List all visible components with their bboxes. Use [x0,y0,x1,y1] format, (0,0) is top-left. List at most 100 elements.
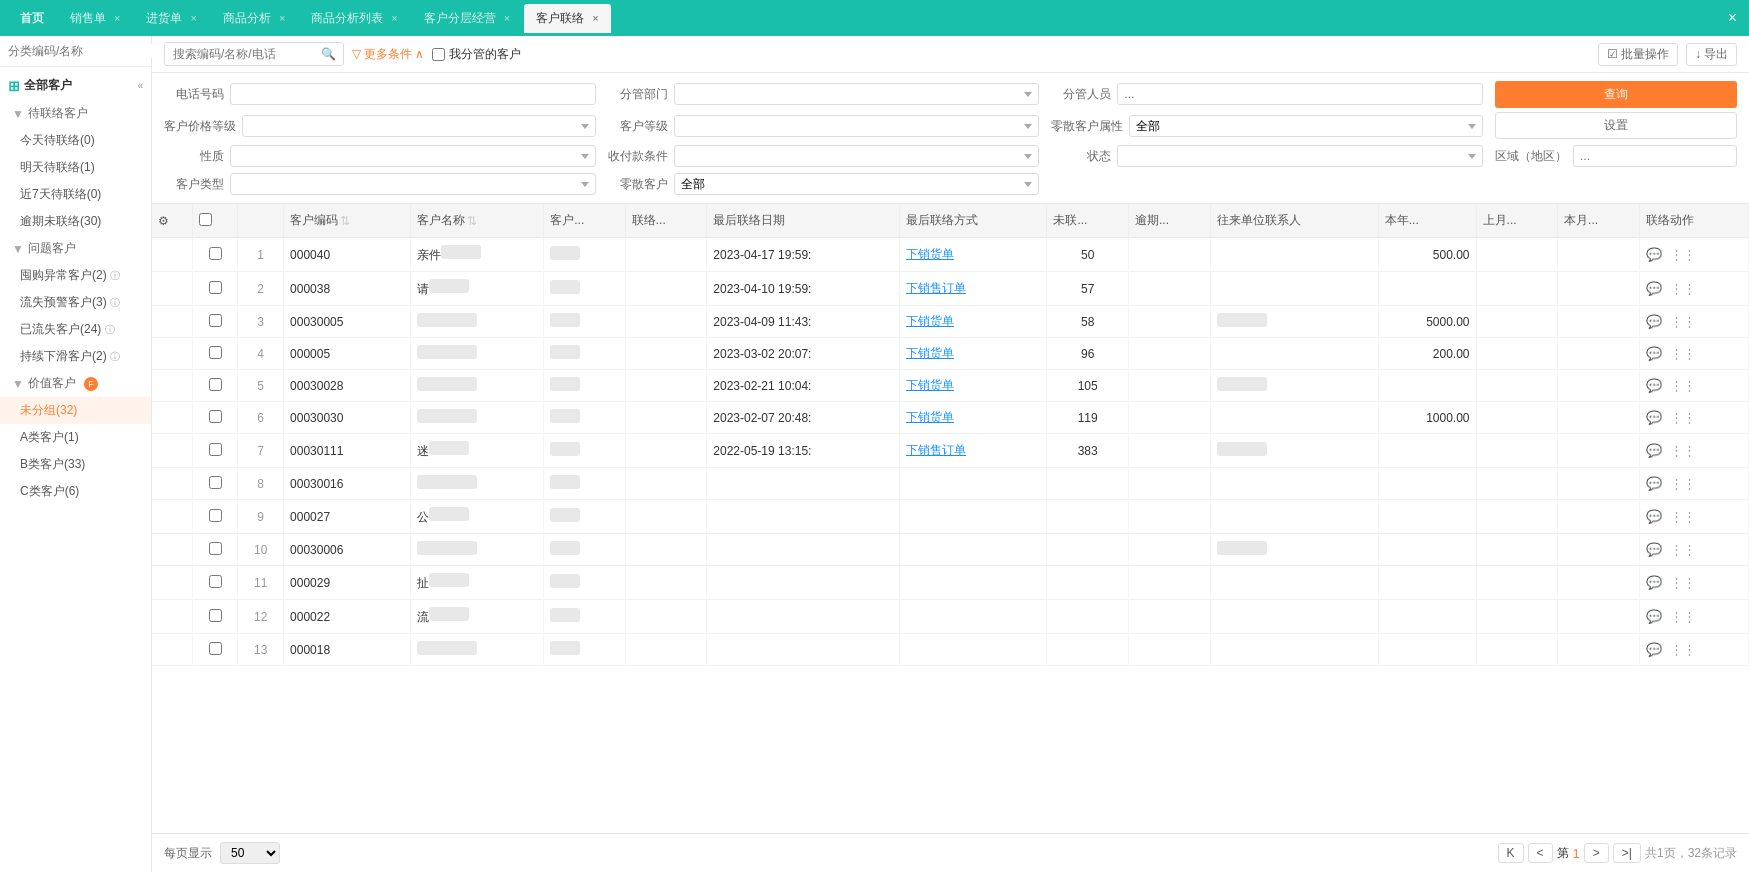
close-icon[interactable]: × [190,12,196,24]
retail-attr-select[interactable]: 全部 [1129,115,1483,137]
reset-button[interactable]: 设置 [1495,112,1737,139]
search-icon[interactable]: 🔍 [321,47,336,61]
status-select[interactable] [1117,145,1483,167]
settings-icon[interactable]: ⚙ [158,214,169,228]
close-icon[interactable]: × [391,12,397,24]
customer-type-select[interactable] [230,173,596,195]
row-checkbox[interactable] [209,642,222,655]
retail-customer-select[interactable]: 全部 [674,173,1040,195]
sidebar-item-hoarding[interactable]: 囤购异常客户(2) ⓘ [0,262,151,289]
sidebar-item-type-a[interactable]: A类客户(1) [0,424,151,451]
tab-home[interactable]: 首页 [8,4,56,33]
message-icon[interactable]: 💬 [1646,314,1662,329]
close-icon[interactable]: × [504,12,510,24]
price-level-select[interactable] [242,115,596,137]
tab-purchase[interactable]: 进货单 × [134,4,208,33]
row-checkbox[interactable] [209,346,222,359]
more-icon[interactable]: ⋮⋮ [1670,346,1696,361]
td-checkbox[interactable] [193,434,238,468]
section-problem-customers[interactable]: ▼ 问题客户 [0,235,151,262]
td-checkbox[interactable] [193,272,238,306]
phone-input[interactable] [230,83,596,105]
tab-sales[interactable]: 销售单 × [58,4,132,33]
td-checkbox[interactable] [193,468,238,500]
sidebar-item-type-c[interactable]: C类客户(6) [0,478,151,505]
message-icon[interactable]: 💬 [1646,575,1662,590]
th-settings[interactable]: ⚙ [152,204,193,238]
close-icon[interactable]: × [279,12,285,24]
row-checkbox[interactable] [209,410,222,423]
sidebar-item-overdue[interactable]: 逾期未联络(30) [0,208,151,235]
tab-customer-segmentation[interactable]: 客户分层经营 × [412,4,522,33]
td-checkbox[interactable] [193,238,238,272]
select-all-checkbox[interactable] [199,213,212,226]
customer-level-select[interactable] [674,115,1040,137]
message-icon[interactable]: 💬 [1646,609,1662,624]
row-checkbox[interactable] [209,247,222,260]
my-customers-checkbox[interactable]: 我分管的客户 [432,46,521,63]
sidebar-item-type-b[interactable]: B类客户(33) [0,451,151,478]
payment-select[interactable] [674,145,1040,167]
row-checkbox[interactable] [209,443,222,456]
more-icon[interactable]: ⋮⋮ [1670,542,1696,557]
search-button[interactable]: 查询 [1495,81,1737,108]
next-page-btn[interactable]: > [1584,843,1609,863]
prev-page-btn[interactable]: < [1528,843,1553,863]
th-checkbox[interactable] [193,204,238,238]
row-checkbox[interactable] [209,314,222,327]
message-icon[interactable]: 💬 [1646,542,1662,557]
message-icon[interactable]: 💬 [1646,509,1662,524]
close-icon[interactable]: × [592,12,598,24]
more-icon[interactable]: ⋮⋮ [1670,476,1696,491]
manager-input[interactable] [1117,83,1483,105]
more-icon[interactable]: ⋮⋮ [1670,281,1696,296]
last-page-btn[interactable]: >| [1613,843,1641,863]
sidebar-item-churned[interactable]: 已流失客户(24) ⓘ [0,316,151,343]
tab-product-analysis-list[interactable]: 商品分析列表 × [299,4,409,33]
dept-select[interactable] [674,83,1040,105]
th-code[interactable]: 客户编码⇅ [284,204,411,238]
message-icon[interactable]: 💬 [1646,410,1662,425]
more-icon[interactable]: ⋮⋮ [1670,575,1696,590]
row-checkbox[interactable] [209,476,222,489]
message-icon[interactable]: 💬 [1646,642,1662,657]
more-icon[interactable]: ⋮⋮ [1670,609,1696,624]
all-customers-header[interactable]: ⊞ 全部客户 « [0,71,151,100]
message-icon[interactable]: 💬 [1646,346,1662,361]
message-icon[interactable]: 💬 [1646,378,1662,393]
search-input[interactable] [164,42,344,66]
row-checkbox[interactable] [209,378,222,391]
region-input[interactable] [1573,145,1737,167]
close-icon[interactable]: × [114,12,120,24]
export-btn[interactable]: ↓ 导出 [1686,43,1737,66]
sidebar-item-tomorrow[interactable]: 明天待联络(1) [0,154,151,181]
more-icon[interactable]: ⋮⋮ [1670,247,1696,262]
message-icon[interactable]: 💬 [1646,476,1662,491]
more-icon[interactable]: ⋮⋮ [1670,314,1696,329]
td-checkbox[interactable] [193,402,238,434]
message-icon[interactable]: 💬 [1646,443,1662,458]
sidebar-item-declining[interactable]: 持续下滑客户(2) ⓘ [0,343,151,370]
row-checkbox[interactable] [209,542,222,555]
td-checkbox[interactable] [193,500,238,534]
row-checkbox[interactable] [209,575,222,588]
more-icon[interactable]: ⋮⋮ [1670,378,1696,393]
nature-select[interactable] [230,145,596,167]
more-conditions-btn[interactable]: ▽ 更多条件 ∧ [352,46,424,63]
td-checkbox[interactable] [193,634,238,666]
td-checkbox[interactable] [193,370,238,402]
section-pending-contact[interactable]: ▼ 待联络客户 [0,100,151,127]
tab-customer-contact[interactable]: 客户联络 × [524,4,610,33]
sidebar-search-input[interactable] [8,44,158,58]
sidebar-item-7days[interactable]: 近7天待联络(0) [0,181,151,208]
row-checkbox[interactable] [209,609,222,622]
section-value-customers[interactable]: ▼ 价值客户 F [0,370,151,397]
per-page-select[interactable]: 50 [220,842,280,864]
my-customers-check[interactable] [432,48,445,61]
more-icon[interactable]: ⋮⋮ [1670,642,1696,657]
sidebar-item-today[interactable]: 今天待联络(0) [0,127,151,154]
first-page-btn[interactable]: K [1498,843,1524,863]
more-icon[interactable]: ⋮⋮ [1670,410,1696,425]
td-checkbox[interactable] [193,566,238,600]
collapse-icon[interactable]: « [137,80,143,91]
